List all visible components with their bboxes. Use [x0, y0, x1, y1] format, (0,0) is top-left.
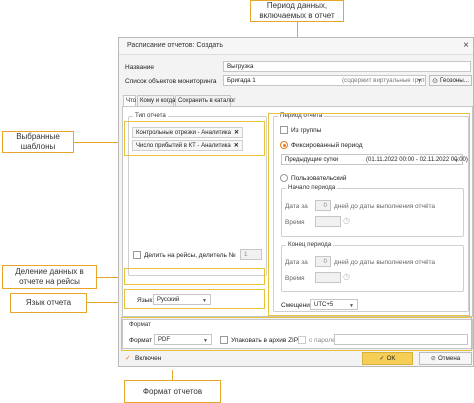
objects-value: Бригада 1: [227, 77, 256, 84]
start-date-label: Дата за: [285, 203, 308, 210]
language-label: Язык:: [137, 297, 154, 304]
remove-icon[interactable]: ✕: [234, 130, 239, 136]
name-field[interactable]: Выгрузка: [223, 61, 471, 72]
password-field[interactable]: [334, 334, 468, 345]
callout-line: [74, 142, 124, 143]
fixed-period-range: (01.11.2022 00:00 - 02.11.2022 00:00): [366, 157, 468, 163]
callout-format: Формат отчетов: [124, 380, 221, 403]
fixed-period-radio[interactable]: [280, 141, 288, 149]
callout-line: [172, 370, 173, 380]
chevron-down-icon: ▼: [417, 78, 422, 84]
chevron-down-icon: ▼: [203, 338, 208, 344]
clock-icon: ◷: [343, 272, 350, 281]
report-type-title: Тип отчета: [133, 112, 168, 119]
end-time-label: Время: [285, 275, 305, 282]
start-period-title: Начало периода: [286, 184, 338, 191]
custom-period-label: Пользовательский: [291, 175, 347, 182]
period-title: Период отчета: [278, 112, 325, 119]
chevron-down-icon: ▼: [202, 298, 207, 304]
split-label: Делить на рейсы, делитель №: [144, 252, 236, 259]
zip-checkbox[interactable]: [220, 336, 228, 344]
close-icon[interactable]: ×: [463, 40, 469, 51]
format-group: Формат Формат PDF ▼ Упаковать в архив ZI…: [122, 319, 473, 349]
ok-button-label: OK: [386, 355, 396, 362]
from-groups-checkbox[interactable]: [280, 126, 288, 134]
format-value: PDF: [158, 337, 170, 343]
callout-templates: Выбранные шаблоны: [2, 131, 74, 153]
objects-hint: (содержит виртуальные группы): [342, 77, 426, 84]
check-icon: ✓: [379, 355, 385, 362]
end-days-field[interactable]: 0: [315, 256, 331, 267]
geozones-button-label: Геозоны...: [439, 77, 469, 84]
callout-split: Деление данных в отчете на рейсы: [2, 265, 97, 289]
chevron-down-icon: ▼: [454, 158, 459, 164]
callout-format-text: Формат отчетов: [142, 386, 203, 396]
dialog-footer: ✓ Включен ✓ OK ⊘ Отмена: [119, 351, 473, 367]
zip-label: Упаковать в архив ZIP: [231, 337, 299, 344]
what-tab-panel: Тип отчета Контрольные отрезки - Аналити…: [122, 106, 473, 317]
start-time-field[interactable]: [315, 216, 341, 227]
report-schedule-dialog: Расписание отчетов: Создать × Название В…: [118, 37, 474, 367]
clock-icon: ◷: [343, 216, 350, 225]
objects-label: Список объектов мониторинга: [125, 78, 217, 85]
objects-field[interactable]: Бригада 1 (содержит виртуальные группы) …: [223, 75, 426, 86]
start-days-field[interactable]: 0: [315, 200, 331, 211]
start-time-label: Время: [285, 219, 305, 226]
split-number-field[interactable]: 1: [240, 249, 262, 260]
from-groups-label: Из группы: [291, 127, 322, 134]
callout-language: Язык отчета: [10, 293, 87, 313]
split-checkbox[interactable]: [133, 251, 141, 259]
geozones-button[interactable]: ⊙ Геозоны...: [429, 75, 472, 86]
format-label: Формат: [129, 337, 153, 344]
offset-select[interactable]: UTC+5 ▼: [310, 299, 358, 310]
language-value: Русский: [157, 297, 180, 303]
fixed-period-select[interactable]: Предыдущие сутки (01.11.2022 00:00 - 02.…: [281, 154, 468, 165]
report-type-group: Тип отчета Контрольные отрезки - Аналити…: [128, 112, 267, 276]
checkmark-icon: ✓: [125, 355, 131, 362]
template-chip-label: Число прибытий в КТ - Аналитика: [136, 143, 231, 149]
name-label: Название: [125, 64, 155, 71]
dialog-title: Расписание отчетов: Создать: [127, 42, 224, 49]
cancel-button-label: Отмена: [437, 355, 461, 362]
start-days-text: дней до даты выполнения отчёта: [334, 203, 435, 210]
template-chip: Число прибытий в КТ - Аналитика ✕: [132, 140, 243, 151]
cancel-button[interactable]: ⊘ Отмена: [419, 352, 472, 365]
callout-split-text: Деление данных в отчете на рейсы: [15, 267, 84, 286]
enabled-label[interactable]: Включен: [135, 355, 161, 362]
format-select[interactable]: PDF ▼: [154, 334, 212, 345]
callout-period-text: Период данных, включаемых в отчет: [259, 1, 335, 20]
period-group: Период отчета Из группы Фиксированный пе…: [273, 112, 469, 312]
start-period-group: Начало периода Дата за 0 дней до даты вы…: [281, 184, 464, 237]
offset-label: Смещение: [281, 302, 314, 309]
cancel-icon: ⊘: [430, 355, 436, 362]
language-select[interactable]: Русский ▼: [153, 294, 211, 305]
geozone-pin-icon: ⊙: [432, 77, 438, 85]
format-title: Формат: [129, 321, 151, 328]
fixed-period-value: Предыдущие сутки: [285, 157, 339, 163]
ok-button[interactable]: ✓ OK: [362, 352, 413, 365]
dialog-titlebar: Расписание отчетов: Создать ×: [119, 38, 473, 55]
callout-templates-text: Выбранные шаблоны: [16, 132, 60, 151]
end-date-label: Дата за: [285, 259, 308, 266]
callout-period: Период данных, включаемых в отчет: [250, 0, 344, 22]
template-chip: Контрольные отрезки - Аналитика ✕: [132, 127, 243, 138]
callout-language-text: Язык отчета: [25, 298, 72, 307]
fixed-period-label: Фиксированный период: [291, 142, 363, 149]
remove-icon[interactable]: ✕: [234, 143, 239, 149]
end-period-title: Конец периода: [286, 241, 334, 248]
custom-period-radio[interactable]: [280, 174, 288, 182]
template-chip-label: Контрольные отрезки - Аналитика: [136, 130, 231, 136]
password-checkbox[interactable]: [298, 336, 306, 344]
chevron-down-icon: ▼: [349, 303, 354, 309]
end-days-text: дней до даты выполнения отчёта: [334, 259, 435, 266]
end-time-field[interactable]: [315, 272, 341, 283]
offset-value: UTC+5: [314, 302, 334, 308]
end-period-group: Конец периода Дата за 0 дней до даты вып…: [281, 241, 464, 292]
